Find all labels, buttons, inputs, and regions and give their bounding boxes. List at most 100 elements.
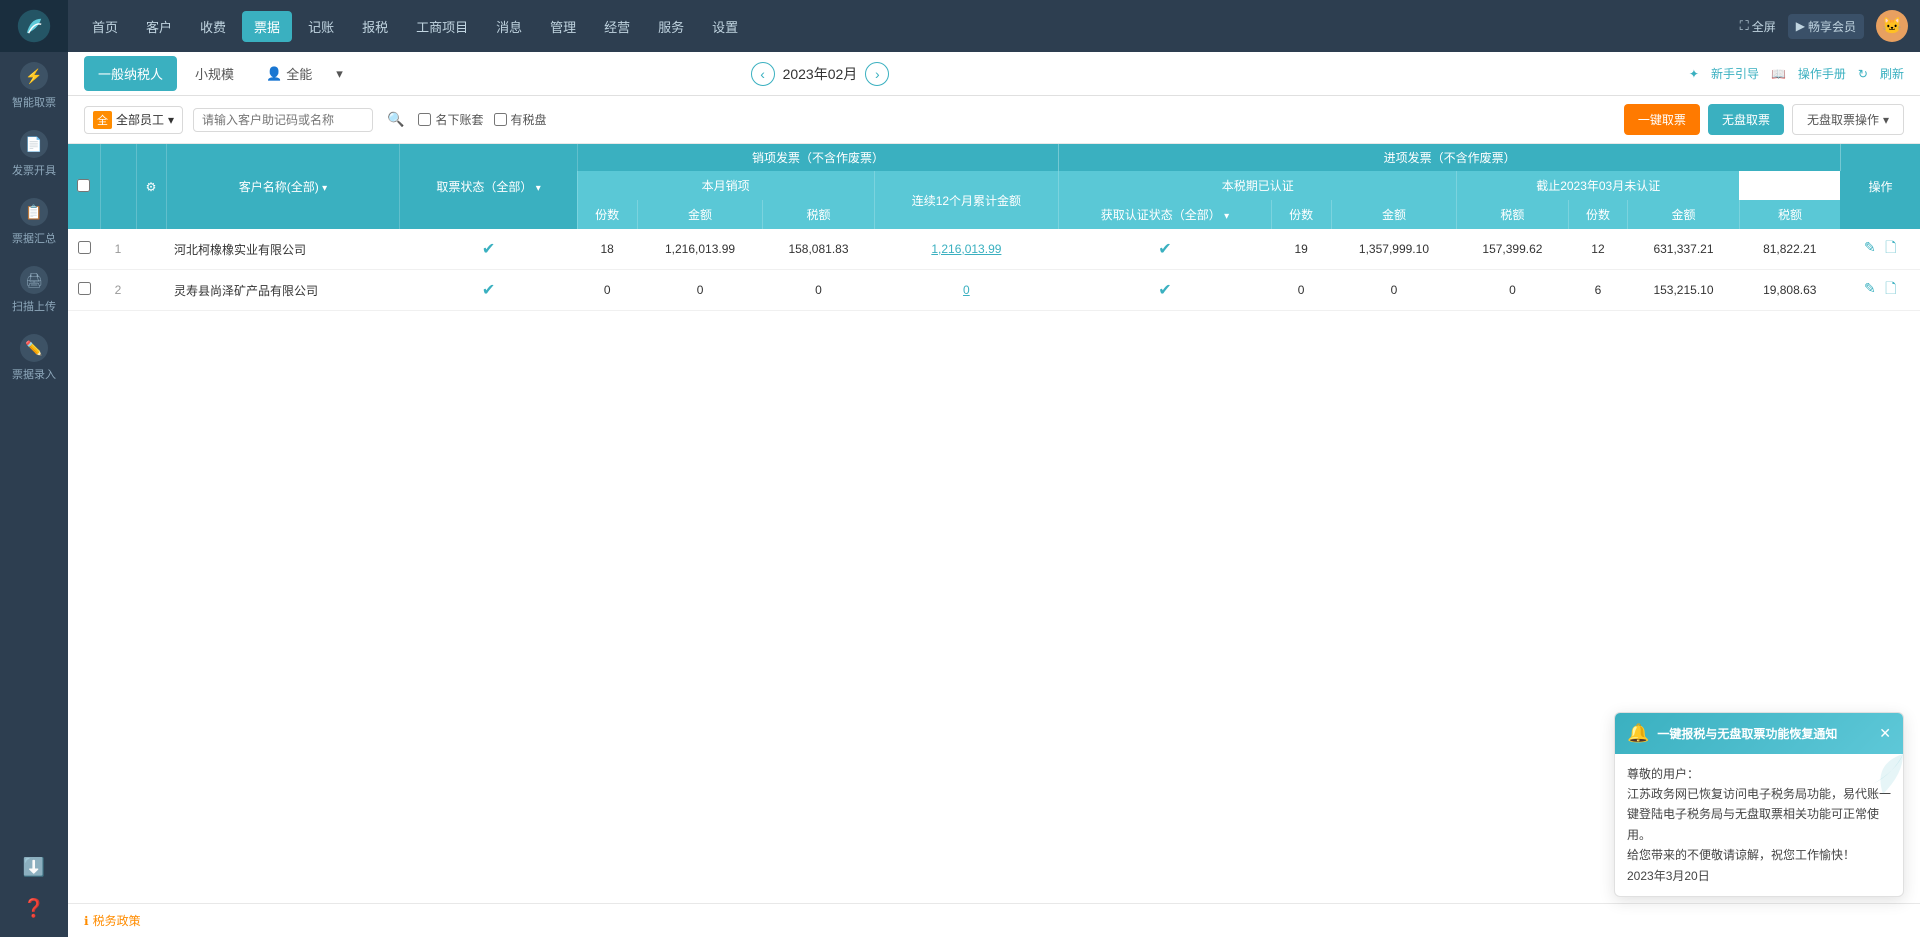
row2-fetch-check-icon: ✔ bbox=[482, 282, 495, 299]
row2-uncert-tax: 19,808.63 bbox=[1739, 270, 1840, 311]
download-icon: ⬇️ bbox=[23, 857, 45, 878]
th-uncert-tax: 税额 bbox=[1739, 200, 1840, 229]
th-checkbox bbox=[68, 144, 100, 229]
tab-small[interactable]: 小规模 bbox=[181, 56, 248, 91]
sidebar-item-help[interactable]: ❓ bbox=[0, 890, 68, 927]
member-btn[interactable]: ▶ 畅享会员 bbox=[1788, 14, 1864, 39]
tab-more[interactable]: ▾ bbox=[330, 62, 349, 86]
nav-service[interactable]: 服务 bbox=[646, 11, 696, 42]
next-month-btn[interactable]: › bbox=[865, 62, 889, 86]
row1-setting bbox=[136, 229, 166, 270]
nav-accounting[interactable]: 记账 bbox=[296, 11, 346, 42]
sidebar-item-data-entry[interactable]: ✏️ 票据录入 bbox=[0, 324, 68, 392]
employee-select[interactable]: 全 全部员工 ▾ bbox=[84, 106, 183, 134]
notification-body-wrap: 尊敬的用户： 江苏政务网已恢复访问电子税务局功能，易代账一键登陆电子税务局与无盘… bbox=[1615, 754, 1903, 896]
row1-cumulative[interactable]: 1,216,013.99 bbox=[874, 229, 1059, 270]
nav-billing[interactable]: 收费 bbox=[188, 11, 238, 42]
row2-uncert-count: 6 bbox=[1568, 270, 1628, 311]
row1-fetch-check-icon: ✔ bbox=[482, 241, 495, 258]
newguide-btn[interactable]: 新手引导 bbox=[1711, 65, 1759, 82]
main-table: ⚙ 客户名称(全部) ▾ 取票状态（全部） ▾ 销项发票（不含作废票） 进项发票… bbox=[68, 144, 1920, 311]
row1-checkbox[interactable] bbox=[68, 229, 100, 270]
fullscreen-icon: ⛶ bbox=[1740, 18, 1749, 34]
tab-all[interactable]: 👤 全能 bbox=[252, 56, 326, 91]
cert-filter-icon[interactable]: ▾ bbox=[1224, 211, 1229, 222]
th-cert-status: 获取认证状态（全部） ▾ bbox=[1059, 200, 1271, 229]
no-disk-ops-btn[interactable]: 无盘取票操作 ▾ bbox=[1792, 104, 1904, 135]
employee-label: 全部员工 bbox=[116, 111, 164, 128]
setting-icon[interactable]: ⚙ bbox=[146, 180, 157, 194]
sidebar-bottom: ⬇️ ❓ bbox=[0, 849, 68, 937]
user-avatar[interactable]: 🐱 bbox=[1876, 10, 1908, 42]
tabbar: 一般纳税人 小规模 👤 全能 ▾ ‹ 2023年02月 › ✦ 新手引导 📖 操… bbox=[68, 52, 1920, 96]
th-cert-tax: 税额 bbox=[1457, 200, 1568, 229]
notification-title: 一键报税与无盘取票功能恢复通知 bbox=[1657, 725, 1837, 742]
sidebar-item-invoice-summary[interactable]: 📋 票据汇总 bbox=[0, 188, 68, 256]
notification-header: 🔔 一键报税与无盘取票功能恢复通知 ✕ bbox=[1615, 713, 1903, 754]
fetch-filter-icon[interactable]: ▾ bbox=[536, 183, 541, 194]
notification-close-btn[interactable]: ✕ bbox=[1879, 725, 1891, 742]
sidebar-item-scan-upload-label: 扫描上传 bbox=[12, 298, 56, 314]
nav-invoice[interactable]: 票据 bbox=[242, 11, 292, 42]
nav-home[interactable]: 首页 bbox=[80, 11, 130, 42]
th-setting: ⚙ bbox=[136, 144, 166, 229]
row2-edit-icon[interactable]: ✎ bbox=[1864, 280, 1876, 296]
sidebar-item-scan-upload[interactable]: 🖨 扫描上传 bbox=[0, 256, 68, 324]
invoice-summary-icon: 📋 bbox=[20, 198, 48, 226]
sidebar-item-issue-invoice-label: 发票开具 bbox=[12, 162, 56, 178]
filterbar: 全 全部员工 ▾ 🔍 名下账套 有税盘 一键取票 无盘取票 无盘取票操作 ▾ bbox=[68, 96, 1920, 144]
row1-uncert-tax: 81,822.21 bbox=[1739, 229, 1840, 270]
row1-cert-status: ✔ bbox=[1059, 229, 1271, 270]
refresh-btn[interactable]: 刷新 bbox=[1880, 65, 1904, 82]
nav-tax[interactable]: 报税 bbox=[350, 11, 400, 42]
fullscreen-btn[interactable]: ⛶ 全屏 bbox=[1740, 18, 1776, 35]
prev-month-btn[interactable]: ‹ bbox=[751, 62, 775, 86]
newguide-icon: ✦ bbox=[1689, 67, 1699, 81]
row2-view-icon[interactable]: 🗋 bbox=[1885, 280, 1896, 296]
customer-filter-icon[interactable]: ▾ bbox=[322, 183, 327, 194]
sidebar-item-download[interactable]: ⬇️ bbox=[0, 849, 68, 886]
sidebar: ⚡ 智能取票 📄 发票开具 📋 票据汇总 🖨 扫描上传 ✏️ 票据录入 ⬇️ ❓ bbox=[0, 0, 68, 937]
row1-edit-icon[interactable]: ✎ bbox=[1864, 239, 1876, 255]
notification-icon: 🔔 bbox=[1627, 723, 1649, 744]
manual-btn[interactable]: 操作手册 bbox=[1798, 65, 1846, 82]
no-disk-fetch-btn[interactable]: 无盘取票 bbox=[1708, 104, 1784, 135]
row1-sales-amount: 1,216,013.99 bbox=[637, 229, 763, 270]
nav-customer[interactable]: 客户 bbox=[134, 11, 184, 42]
one-click-fetch-btn[interactable]: 一键取票 bbox=[1624, 104, 1700, 135]
row2-num: 2 bbox=[100, 270, 136, 311]
sidebar-item-issue-invoice[interactable]: 📄 发票开具 bbox=[0, 120, 68, 188]
tab-general[interactable]: 一般纳税人 bbox=[84, 56, 177, 91]
row2-setting bbox=[136, 270, 166, 311]
tabbar-right: ✦ 新手引导 📖 操作手册 ↻ 刷新 bbox=[1689, 65, 1904, 82]
nav-settings[interactable]: 设置 bbox=[700, 11, 750, 42]
row1-view-icon[interactable]: 🗋 bbox=[1885, 239, 1896, 255]
row1-num: 1 bbox=[100, 229, 136, 270]
filter-actions: 一键取票 无盘取票 无盘取票操作 ▾ bbox=[1624, 104, 1904, 135]
row1-cert-tax: 157,399.62 bbox=[1457, 229, 1568, 270]
th-uncert-amount: 金额 bbox=[1628, 200, 1739, 229]
subscribed-checkbox[interactable] bbox=[418, 113, 431, 126]
refresh-icon: ↻ bbox=[1858, 67, 1868, 81]
sidebar-logo[interactable] bbox=[0, 0, 68, 52]
nav-business[interactable]: 工商项目 bbox=[404, 11, 480, 42]
row1-sales-tax: 158,081.83 bbox=[763, 229, 874, 270]
search-button[interactable]: 🔍 bbox=[383, 107, 408, 132]
row2-cert-count: 0 bbox=[1271, 270, 1331, 311]
issue-invoice-icon: 📄 bbox=[20, 130, 48, 158]
sidebar-item-smart-fetch[interactable]: ⚡ 智能取票 bbox=[0, 52, 68, 120]
taxdisk-checkbox-label[interactable]: 有税盘 bbox=[494, 111, 547, 128]
row2-sales-amount: 0 bbox=[637, 270, 763, 311]
row1-cert-check-icon: ✔ bbox=[1158, 241, 1171, 258]
tax-policy-link[interactable]: 税务政策 bbox=[93, 912, 141, 929]
taxdisk-checkbox[interactable] bbox=[494, 113, 507, 126]
select-all-checkbox[interactable] bbox=[77, 179, 90, 192]
row2-cumulative[interactable]: 0 bbox=[874, 270, 1059, 311]
nav-management[interactable]: 管理 bbox=[538, 11, 588, 42]
bottombar: ℹ 税务政策 bbox=[68, 903, 1920, 937]
nav-message[interactable]: 消息 bbox=[484, 11, 534, 42]
search-input[interactable] bbox=[193, 108, 373, 132]
subscribed-checkbox-label[interactable]: 名下账套 bbox=[418, 111, 483, 128]
nav-operation[interactable]: 经营 bbox=[592, 11, 642, 42]
row2-checkbox[interactable] bbox=[68, 270, 100, 311]
